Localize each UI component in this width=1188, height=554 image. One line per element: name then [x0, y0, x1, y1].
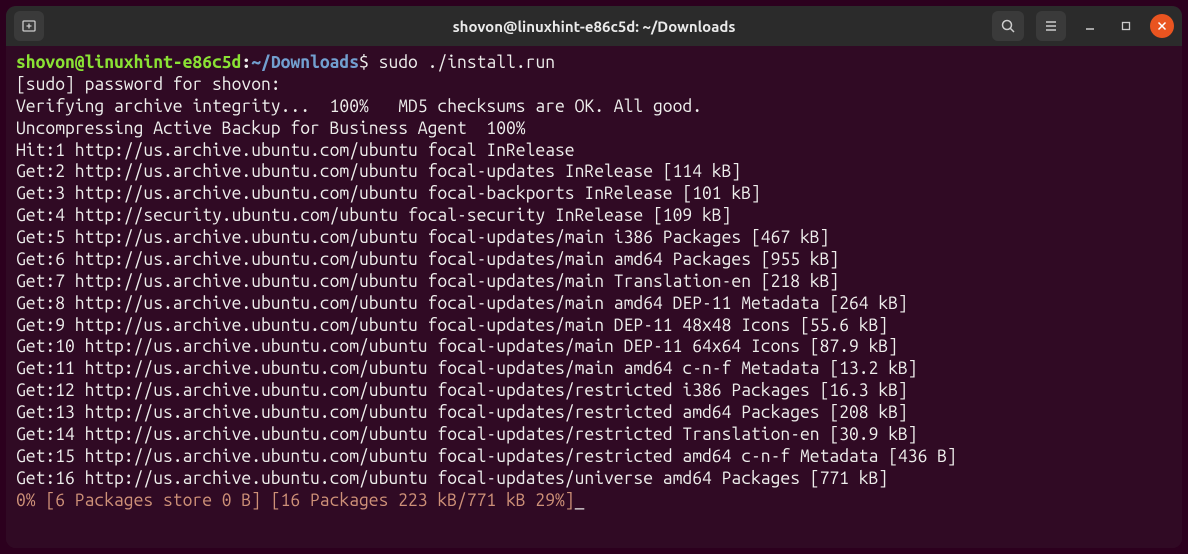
- output-line: Hit:1 http://us.archive.ubuntu.com/ubunt…: [16, 140, 1172, 162]
- close-button[interactable]: [1150, 14, 1174, 38]
- new-tab-button[interactable]: [14, 11, 44, 41]
- output-line: [sudo] password for shovon:: [16, 74, 1172, 96]
- prompt-user-host: shovon@linuxhint-e86c5d: [16, 53, 241, 72]
- output-line: Verifying archive integrity... 100% MD5 …: [16, 96, 1172, 118]
- menu-button[interactable]: [1036, 11, 1066, 41]
- hamburger-icon: [1043, 18, 1059, 34]
- close-icon: [1157, 21, 1167, 31]
- output-line: Get:14 http://us.archive.ubuntu.com/ubun…: [16, 424, 1172, 446]
- terminal-content[interactable]: shovon@linuxhint-e86c5d:~/Downloads$ sud…: [6, 46, 1182, 548]
- search-icon: [1000, 18, 1016, 34]
- minimize-button[interactable]: [1078, 14, 1102, 38]
- titlebar-right: [992, 11, 1174, 41]
- terminal-window: shovon@linuxhint-e86c5d: ~/Downloads: [6, 6, 1182, 548]
- new-tab-icon: [21, 18, 37, 34]
- command-text: sudo ./install.run: [379, 53, 555, 72]
- progress-status: 0% [6 Packages store 0 B] [16 Packages 2…: [16, 491, 575, 510]
- search-button[interactable]: [992, 11, 1024, 41]
- maximize-button[interactable]: [1114, 14, 1138, 38]
- output-line: Get:4 http://security.ubuntu.com/ubuntu …: [16, 205, 1172, 227]
- output-line: Get:5 http://us.archive.ubuntu.com/ubunt…: [16, 227, 1172, 249]
- output-line: Get:3 http://us.archive.ubuntu.com/ubunt…: [16, 183, 1172, 205]
- output-line: Get:2 http://us.archive.ubuntu.com/ubunt…: [16, 161, 1172, 183]
- cursor: _: [575, 491, 585, 510]
- titlebar-left: [14, 11, 44, 41]
- output-line: Get:11 http://us.archive.ubuntu.com/ubun…: [16, 358, 1172, 380]
- titlebar: shovon@linuxhint-e86c5d: ~/Downloads: [6, 6, 1182, 46]
- minimize-icon: [1085, 21, 1095, 31]
- output-line: Get:6 http://us.archive.ubuntu.com/ubunt…: [16, 249, 1172, 271]
- output-line: Get:15 http://us.archive.ubuntu.com/ubun…: [16, 446, 1172, 468]
- output-line: Get:9 http://us.archive.ubuntu.com/ubunt…: [16, 315, 1172, 337]
- window-title: shovon@linuxhint-e86c5d: ~/Downloads: [453, 18, 736, 35]
- output-line: Get:8 http://us.archive.ubuntu.com/ubunt…: [16, 293, 1172, 315]
- output-line: Get:16 http://us.archive.ubuntu.com/ubun…: [16, 468, 1172, 490]
- prompt-colon: :: [241, 53, 251, 72]
- output-line: Uncompressing Active Backup for Business…: [16, 118, 1172, 140]
- maximize-icon: [1121, 21, 1131, 31]
- output-line: Get:12 http://us.archive.ubuntu.com/ubun…: [16, 380, 1172, 402]
- output-line: Get:13 http://us.archive.ubuntu.com/ubun…: [16, 402, 1172, 424]
- prompt-path: ~/Downloads: [251, 53, 359, 72]
- output-line: Get:10 http://us.archive.ubuntu.com/ubun…: [16, 336, 1172, 358]
- output-line: Get:7 http://us.archive.ubuntu.com/ubunt…: [16, 271, 1172, 293]
- prompt-dollar: $: [359, 53, 379, 72]
- output-block: [sudo] password for shovon:Verifying arc…: [16, 74, 1172, 490]
